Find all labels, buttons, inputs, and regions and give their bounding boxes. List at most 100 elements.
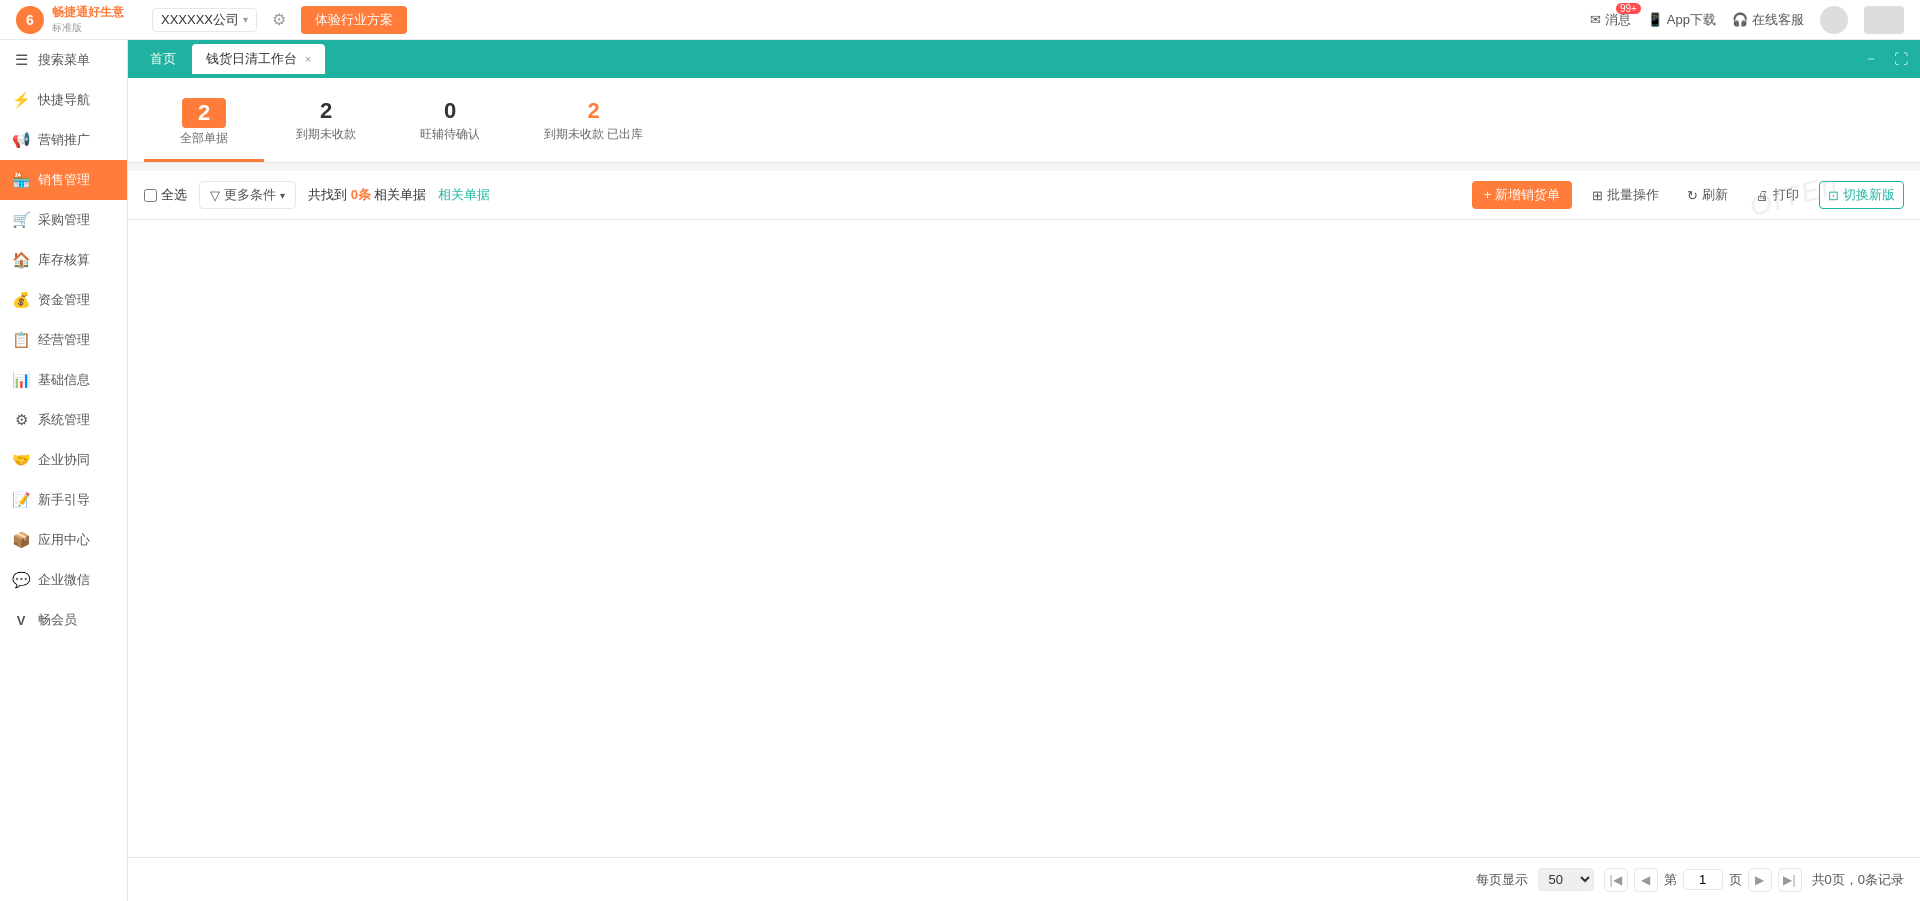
tabs-bar: 首页 钱货日清工作台 × － ⛶: [128, 40, 1920, 78]
sidebar-item-appstore[interactable]: 📦 应用中心: [0, 520, 127, 560]
sidebar-item-search[interactable]: ☰ 搜索菜单: [0, 40, 127, 80]
page-prefix: 第: [1664, 871, 1677, 889]
sidebar-item-purchase[interactable]: 🛒 采购管理: [0, 200, 127, 240]
filter-label: 更多条件: [224, 186, 276, 204]
stat-tab-pending[interactable]: 0 旺辅待确认: [388, 90, 512, 162]
per-page-select[interactable]: 50 100 200: [1538, 868, 1594, 891]
sidebar-label-inventory: 库存核算: [38, 251, 90, 269]
tab-home-label: 首页: [150, 50, 176, 68]
logo-text: 畅捷通好生意 标准版: [52, 4, 124, 35]
footer: 每页显示 50 100 200 |◀ ◀ 第 页 ▶ ▶| 共0页，0条记录: [128, 857, 1920, 901]
switch-version-button[interactable]: ⊡ 切换新版: [1819, 181, 1904, 209]
sidebar-item-sales[interactable]: 🏪 销售管理: [0, 160, 127, 200]
content-area: [128, 220, 1920, 857]
sidebar-label-purchase: 采购管理: [38, 211, 90, 229]
stat-count-shipped: 2: [588, 98, 600, 124]
next-page-button[interactable]: ▶: [1748, 868, 1772, 892]
stat-tab-overdue[interactable]: 2 到期未收款: [264, 90, 388, 162]
related-link[interactable]: 相关单据: [438, 186, 490, 204]
logo-icon: 6: [16, 6, 44, 34]
stat-tab-shipped[interactable]: 2 到期未收款 已出库: [512, 90, 675, 162]
sidebar-item-inventory[interactable]: 🏠 库存核算: [0, 240, 127, 280]
page-input[interactable]: [1683, 869, 1723, 890]
sidebar-label-system: 系统管理: [38, 411, 90, 429]
settings-button[interactable]: ⚙: [265, 6, 293, 34]
tab-close-icon[interactable]: ×: [305, 53, 311, 65]
add-sales-button[interactable]: + 新增销货单: [1472, 181, 1572, 209]
logo-area: 6 畅捷通好生意 标准版: [16, 4, 124, 35]
sidebar-item-operation[interactable]: 📋 经营管理: [0, 320, 127, 360]
sidebar-item-marketing[interactable]: 📢 营销推广: [0, 120, 127, 160]
sidebar-label-sales: 销售管理: [38, 171, 90, 189]
total-label: 共0页，0条记录: [1812, 871, 1904, 889]
filter-button[interactable]: ▽ 更多条件 ▾: [199, 181, 296, 209]
main-content: 首页 钱货日清工作台 × － ⛶ 2 全部单据 2 到期未收款: [128, 40, 1920, 901]
sidebar-label-quicknav: 快捷导航: [38, 91, 90, 109]
sidebar-item-wechat[interactable]: 💬 企业微信: [0, 560, 127, 600]
service-icon: 🎧: [1732, 12, 1748, 27]
sidebar-label-basic: 基础信息: [38, 371, 90, 389]
select-all-label: 全选: [161, 186, 187, 204]
sidebar-item-member[interactable]: V 畅会员: [0, 600, 127, 640]
found-count: 0条: [351, 187, 371, 202]
online-service-button[interactable]: 🎧 在线客服: [1732, 11, 1804, 29]
experience-button[interactable]: 体验行业方案: [301, 6, 407, 34]
appstore-icon: 📦: [12, 531, 30, 549]
finance-icon: 💰: [12, 291, 30, 309]
avatar[interactable]: [1820, 6, 1848, 34]
enterprise-icon: 🤝: [12, 451, 30, 469]
switch-icon: ⊡: [1828, 188, 1839, 203]
sidebar-label-member: 畅会员: [38, 611, 77, 629]
page-suffix: 页: [1729, 871, 1742, 889]
tab-work[interactable]: 钱货日清工作台 ×: [192, 44, 325, 74]
refresh-button[interactable]: ↻ 刷新: [1679, 182, 1736, 208]
first-page-button[interactable]: |◀: [1604, 868, 1628, 892]
search-icon: ☰: [12, 51, 30, 69]
tab-home[interactable]: 首页: [136, 44, 190, 74]
app-download-button[interactable]: 📱 App下载: [1647, 11, 1716, 29]
stat-count-all: 2: [182, 98, 226, 128]
stat-tab-all[interactable]: 2 全部单据: [144, 90, 264, 162]
stat-label-all: 全部单据: [180, 130, 228, 147]
select-all-input[interactable]: [144, 189, 157, 202]
purchase-icon: 🛒: [12, 211, 30, 229]
download-icon: 📱: [1647, 12, 1663, 27]
tab-minimize-button[interactable]: －: [1860, 46, 1882, 72]
select-all-checkbox[interactable]: 全选: [144, 186, 187, 204]
sidebar-item-enterprise[interactable]: 🤝 企业协同: [0, 440, 127, 480]
sidebar: ☰ 搜索菜单 ⚡ 快捷导航 📢 营销推广 🏪 销售管理 🛒 采购管理 🏠 库存核…: [0, 40, 128, 901]
top-header: 6 畅捷通好生意 标准版 XXXXXX公司 ▾ ⚙ 体验行业方案 ✉ 消息 99…: [0, 0, 1920, 40]
user-info[interactable]: [1864, 6, 1904, 34]
tab-actions: － ⛶: [1860, 46, 1912, 72]
basic-icon: 📊: [12, 371, 30, 389]
inventory-icon: 🏠: [12, 251, 30, 269]
header-right: ✉ 消息 99+ 📱 App下载 🎧 在线客服: [1590, 6, 1904, 34]
sidebar-item-quicknav[interactable]: ⚡ 快捷导航: [0, 80, 127, 120]
batch-button[interactable]: ⊞ 批量操作: [1584, 182, 1667, 208]
sidebar-item-basic[interactable]: 📊 基础信息: [0, 360, 127, 400]
stat-count-overdue: 2: [320, 98, 332, 124]
sidebar-item-finance[interactable]: 💰 资金管理: [0, 280, 127, 320]
header-left: 6 畅捷通好生意 标准版 XXXXXX公司 ▾ ⚙ 体验行业方案: [16, 4, 407, 35]
system-icon: ⚙: [12, 411, 30, 429]
print-button[interactable]: 🖨 打印: [1748, 182, 1807, 208]
toolbar-left: 全选 ▽ 更多条件 ▾ 共找到 0条 相关单据 相关单据: [144, 181, 1460, 209]
per-page-label: 每页显示: [1476, 871, 1528, 889]
sidebar-item-newbie[interactable]: 📝 新手引导: [0, 480, 127, 520]
message-button[interactable]: ✉ 消息 99+: [1590, 11, 1631, 29]
prev-page-button[interactable]: ◀: [1634, 868, 1658, 892]
sidebar-label-marketing: 营销推广: [38, 131, 90, 149]
stat-label-shipped: 到期未收款 已出库: [544, 126, 643, 143]
company-selector[interactable]: XXXXXX公司 ▾: [152, 8, 257, 32]
last-page-button[interactable]: ▶|: [1778, 868, 1802, 892]
main-layout: ☰ 搜索菜单 ⚡ 快捷导航 📢 营销推广 🏪 销售管理 🛒 采购管理 🏠 库存核…: [0, 40, 1920, 901]
sidebar-item-system[interactable]: ⚙ 系统管理: [0, 400, 127, 440]
tab-expand-button[interactable]: ⛶: [1890, 46, 1912, 72]
page-content: 2 全部单据 2 到期未收款 0 旺辅待确认 2 到期未收款 已出库: [128, 78, 1920, 901]
operation-icon: 📋: [12, 331, 30, 349]
message-badge: 99+: [1616, 3, 1641, 14]
sidebar-label-enterprise: 企业协同: [38, 451, 90, 469]
batch-icon: ⊞: [1592, 188, 1603, 203]
refresh-icon: ↻: [1687, 188, 1698, 203]
stats-tabs: 2 全部单据 2 到期未收款 0 旺辅待确认 2 到期未收款 已出库: [128, 78, 1920, 163]
